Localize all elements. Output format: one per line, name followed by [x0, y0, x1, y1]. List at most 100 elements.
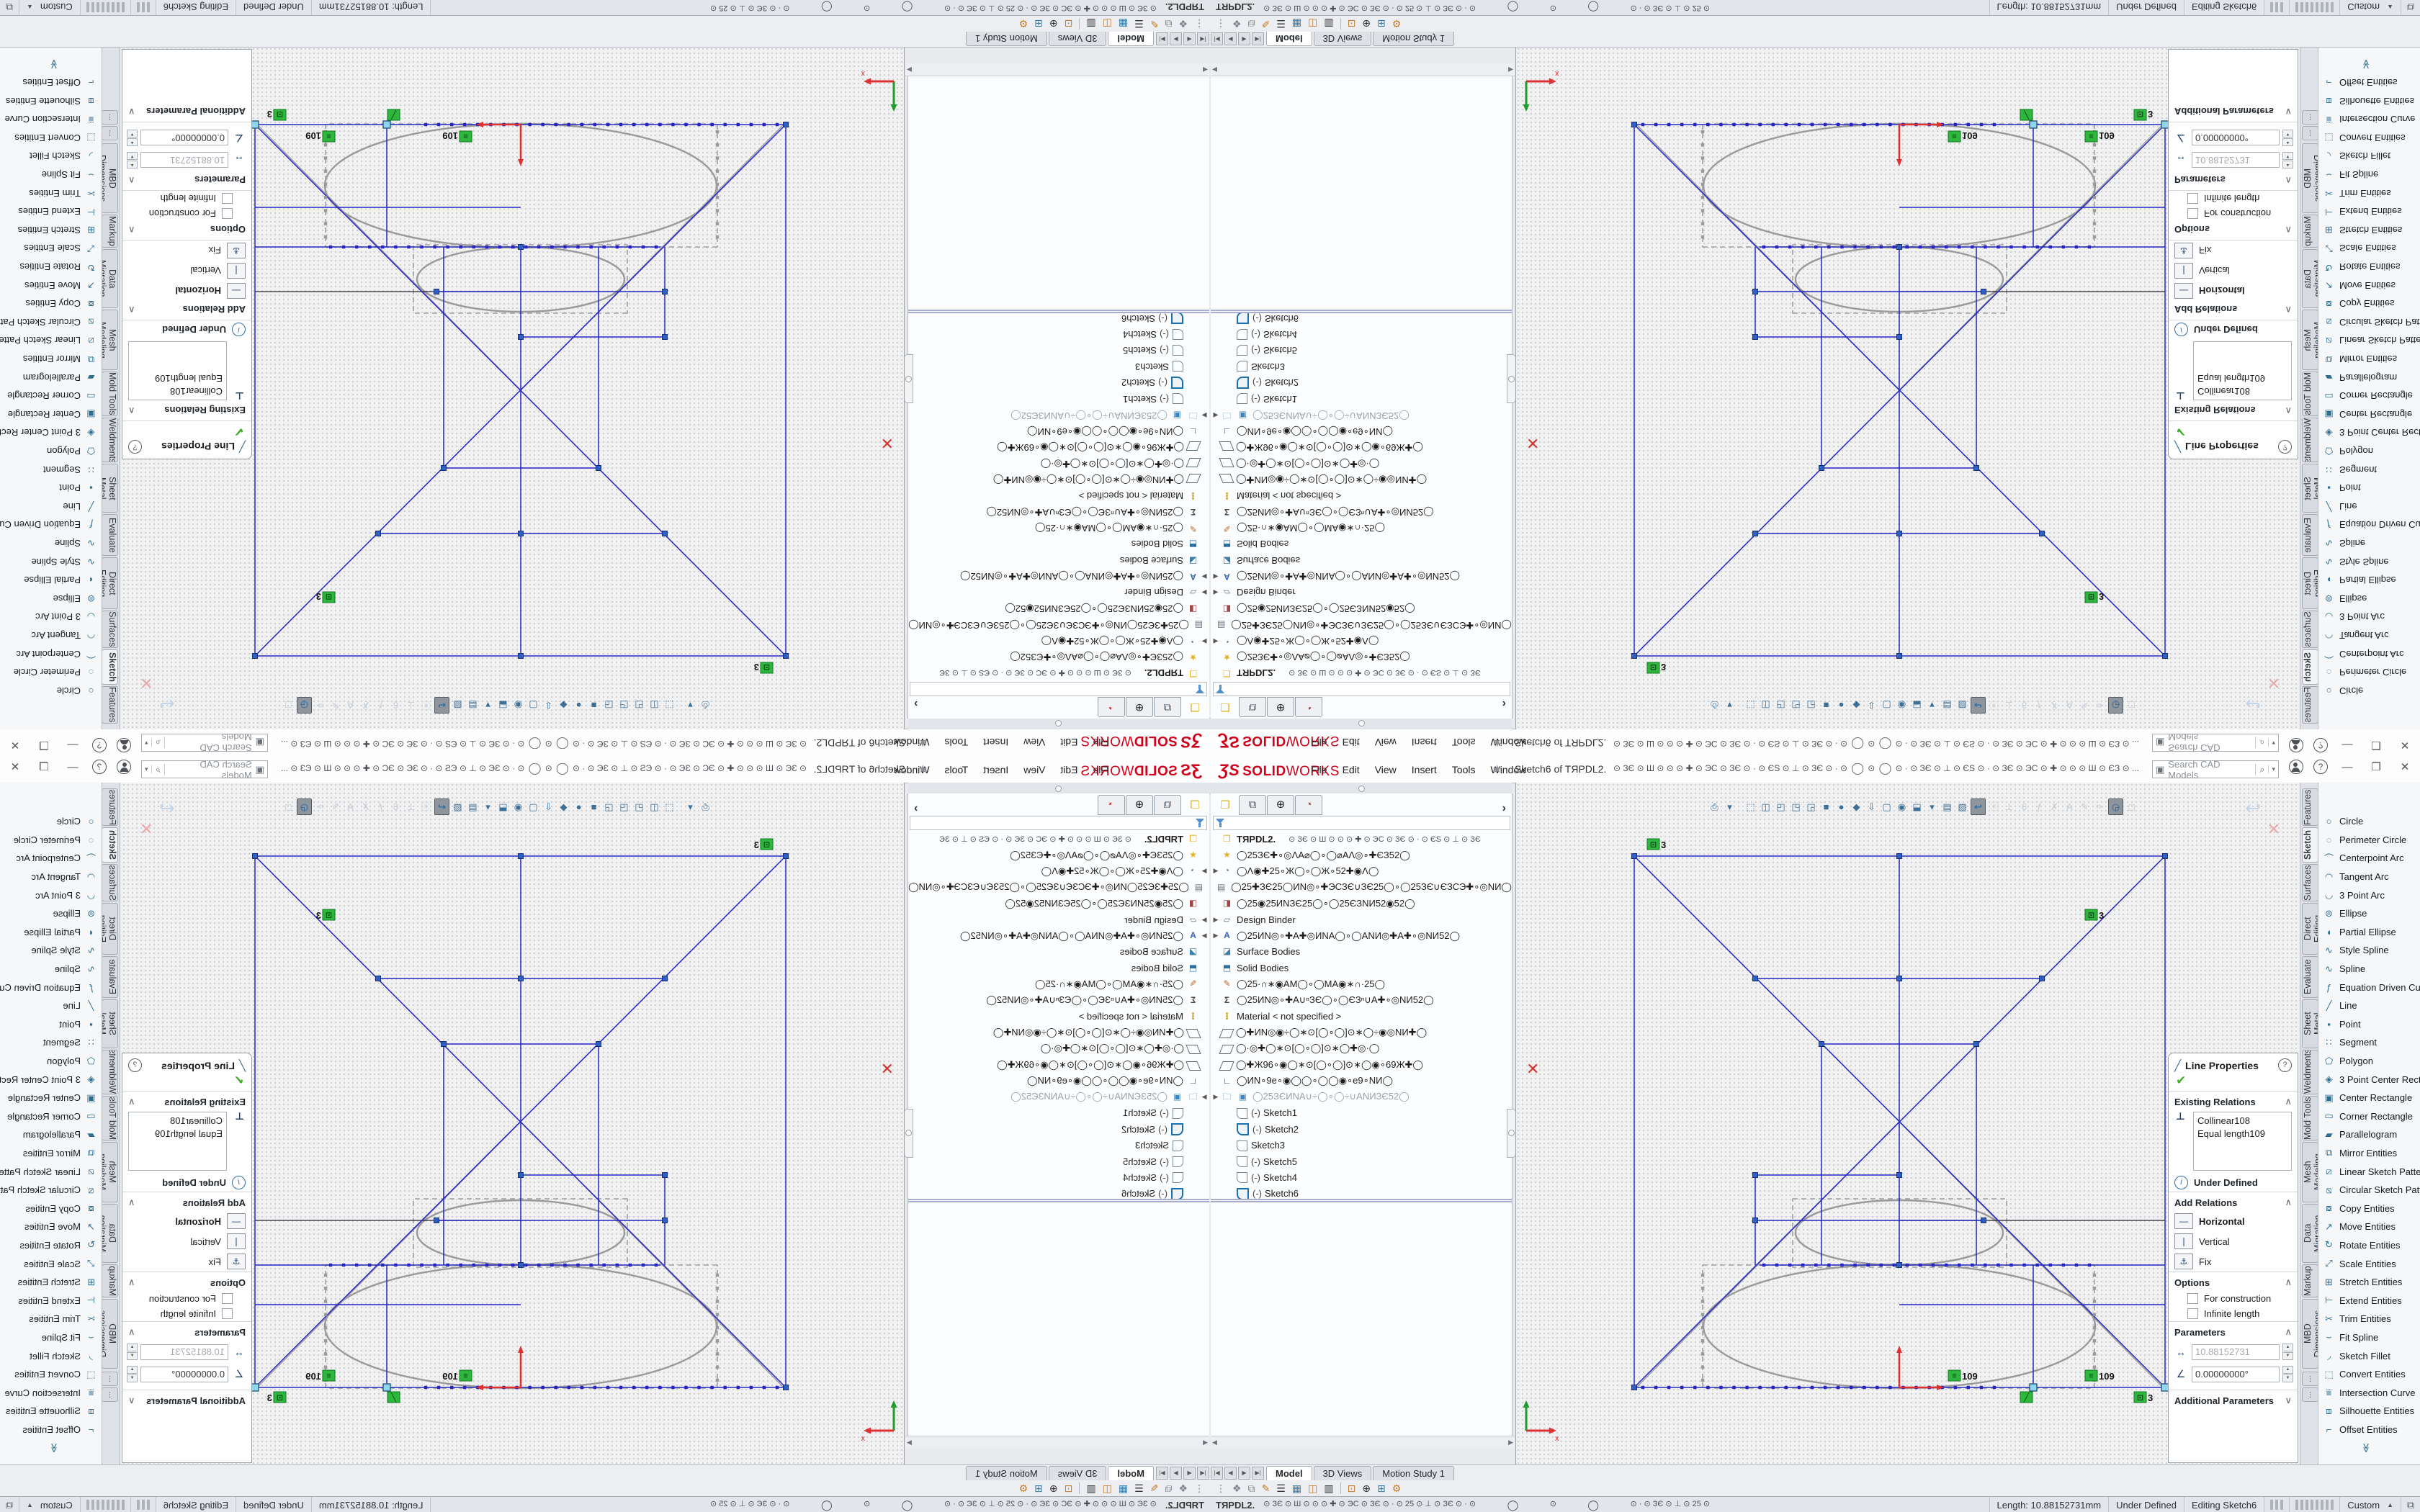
panel-expand-chevron-icon[interactable]: › — [1502, 802, 1506, 815]
tree-item[interactable]: ◯25◉25ИNЗЄ25◯∘◯25ЄЗNИ52◉52◯ — [908, 896, 1209, 912]
tool-convert-entities[interactable]: ⬚Convert Entities — [0, 1365, 102, 1384]
tree-root[interactable]: TЯPDL2.⊙ ЗЄ ⊙ Ш ⊙ ⊙ ⊙ ✚ ⊙ ЭС ⊙ ЗЄ ⊙ · ⊙ … — [908, 665, 1209, 681]
tool-perimeter-circle[interactable]: ◌Perimeter Circle — [2318, 663, 2420, 682]
view-toolbar-icon[interactable]: ◻ — [2125, 799, 2138, 814]
view-toolbar-icon[interactable]: 6 — [2017, 698, 2031, 713]
tool-extend-entities[interactable]: ⊢Extend Entities — [0, 1291, 102, 1310]
checkbox[interactable] — [222, 1308, 233, 1319]
tool-circle[interactable]: ○Circle — [2318, 681, 2420, 700]
displaymanager-icon[interactable]: ◔ — [1295, 795, 1322, 815]
tool-corner-rectangle[interactable]: ▭Corner Rectangle — [0, 387, 102, 405]
part-icon[interactable]: ❒ — [1212, 697, 1238, 716]
view-toolbar-icon[interactable]: ◰ — [1774, 698, 1788, 713]
tool-center-rectangle[interactable]: ▣Center Rectangle — [2318, 1089, 2420, 1107]
view-toolbar-icon[interactable]: ■ — [1819, 799, 1833, 814]
tab-nav-button[interactable]: ▶ — [1238, 32, 1250, 45]
tree-item[interactable]: ◯✚Ж96∘◉◯∗⊙[◯∘◯]⊙∗◯◉∘69Ж✚◯ — [908, 439, 1209, 455]
bottom-toolbar-icon[interactable]: ☰ — [1276, 1482, 1286, 1495]
tab-overflow-button[interactable]: ⋮ — [2302, 1372, 2318, 1386]
bottom-toolbar-icon[interactable]: ⋮ — [1216, 1482, 1226, 1495]
commandmanager-tab-mesh-modeling[interactable]: Mesh Modeling — [102, 1142, 118, 1202]
tree-icon[interactable]: ⧉ — [1239, 697, 1266, 717]
view-toolbar-icon[interactable]: ↩ — [1971, 798, 1986, 815]
bottom-toolbar-icon[interactable]: ◫ — [1308, 1482, 1317, 1495]
tree-item[interactable]: ◯25ЗЄ✚∘◎ΛA⌀◯∘◯⌀AΛ◎∘✚ЄЗ52◯ — [1211, 847, 1512, 863]
tree-filter-input[interactable] — [1213, 682, 1510, 696]
tool-centerpoint-arc[interactable]: ⌒Centerpoint Arc — [2318, 644, 2420, 663]
view-toolbar-icon[interactable]: ⓔ — [419, 799, 433, 814]
view-toolbar-icon[interactable]: ◉ — [511, 698, 525, 713]
tool-scale-entities[interactable]: ⤢Scale Entities — [0, 1254, 102, 1273]
tree-item[interactable]: (-)Sketch5 — [1211, 343, 1512, 359]
view-toolbar-icon[interactable]: A — [2063, 799, 2076, 814]
bottom-toolbar-icon[interactable]: ◫ — [1308, 18, 1317, 30]
search-options-caret-icon[interactable]: ▾ — [2268, 739, 2275, 747]
view-toolbar-icon[interactable]: ◆ — [1850, 698, 1863, 713]
commandmanager-tab-sketch[interactable]: Sketch — [102, 649, 118, 685]
tool-tangent-arc[interactable]: ◠Tangent Arc — [2318, 868, 2420, 886]
view-toolbar-icon[interactable]: ◶ — [297, 697, 312, 714]
tool-copy-entities[interactable]: ⧇Copy Entities — [2318, 1199, 2420, 1218]
expand-chevron-icon[interactable]: ∨ — [2285, 1395, 2292, 1406]
tool-point[interactable]: ▪Point — [2318, 1015, 2420, 1034]
tool-circular-sketch-pattern[interactable]: ⧅Circular Sketch Pattern — [0, 313, 102, 332]
tab-motion-study-1[interactable]: Motion Study 1 — [1373, 31, 1454, 46]
tree-item[interactable]: Solid Bodies — [1211, 536, 1512, 552]
menu-edit[interactable]: Edit — [1060, 764, 1077, 775]
restore-button[interactable]: ❐ — [35, 760, 53, 773]
view-toolbar-icon[interactable]: ✎ — [328, 799, 342, 814]
view-toolbar-icon[interactable]: ⬓ — [1910, 698, 1924, 713]
view-toolbar-icon[interactable]: 6 — [2017, 799, 2031, 814]
bottom-toolbar-icon[interactable]: ⚙ — [1392, 18, 1402, 30]
toolbar-circle-icon[interactable]: ◯ — [1879, 763, 1892, 775]
commandmanager-tab-markup[interactable]: Markup — [102, 215, 118, 248]
view-toolbar-icon[interactable]: ▢ — [1880, 698, 1894, 713]
commandmanager-tab-mold-tools[interactable]: Mold Tools — [2302, 1096, 2318, 1140]
view-toolbar-icon[interactable]: ◲ — [1804, 698, 1818, 713]
view-toolbar-icon[interactable]: ✑ — [2093, 698, 2107, 713]
view-toolbar-icon[interactable]: ◫ — [1759, 799, 1773, 814]
commandmanager-tab-features[interactable]: Features — [102, 788, 118, 826]
tree-item[interactable]: Sketch3 — [1211, 1137, 1512, 1153]
view-toolbar-icon[interactable]: ⬓ — [1910, 799, 1924, 814]
tool-sketch-fillet[interactable]: ◞Sketch Fillet — [0, 1346, 102, 1365]
view-toolbar-icon[interactable]: ◶ — [2108, 798, 2123, 815]
tool-center-rectangle[interactable]: ▣Center Rectangle — [0, 405, 102, 424]
tree-item[interactable]: ◯✚ИN◎◉÷◯∗⊙[◯∘◯]⊙∗◯÷◉◎NИ✚◯ — [908, 1025, 1209, 1040]
tool-equation-driven-curve[interactable]: ƒEquation Driven Curve — [0, 978, 102, 996]
tool-style-spline[interactable]: ∿Style Spline — [0, 552, 102, 571]
view-toolbar-icon[interactable]: ▢ — [1880, 799, 1894, 814]
tool-line[interactable]: ╱Line — [0, 497, 102, 516]
tool-line[interactable]: ╱Line — [2318, 497, 2420, 516]
featuremanager-top-splitter[interactable] — [908, 783, 1210, 794]
tree-item[interactable]: ◯ИN∘9е∘◉◯◯∘◯◯◉∘е9∘NИ◯ — [1211, 1073, 1512, 1089]
tree-item[interactable]: ◯25·∩∗◉AM◯∘◯MA◉∗∩·25◯ — [908, 520, 1209, 536]
tool-fit-spline[interactable]: ⌣Fit Spline — [2318, 166, 2420, 184]
search-input[interactable]: ▣Search CAD Models⌕▾ — [2152, 734, 2279, 752]
tool-fit-spline[interactable]: ⌣Fit Spline — [0, 1328, 102, 1347]
view-toolbar-icon[interactable]: A — [344, 698, 357, 713]
parameter-input[interactable]: 10.88152731 — [2192, 1344, 2280, 1360]
bottom-toolbar-icon[interactable]: ⚙ — [1392, 1482, 1402, 1495]
commandmanager-tab-evaluate[interactable]: Evaluate — [102, 514, 118, 556]
tab-nav-button[interactable]: ◀ — [1183, 32, 1196, 45]
commandmanager-tab-sketch[interactable]: Sketch — [102, 827, 118, 863]
tool-rotate-entities[interactable]: ↻Rotate Entities — [2318, 1236, 2420, 1255]
expand-arrow-icon[interactable]: ▶ — [1211, 572, 1221, 580]
tree-filter-input[interactable] — [910, 682, 1207, 696]
view-toolbar-icon[interactable]: ◰ — [1774, 799, 1788, 814]
view-toolbar-icon[interactable]: ◫ — [1759, 698, 1773, 713]
bottom-toolbar-icon[interactable]: ◫ — [1103, 18, 1112, 30]
bottom-toolbar-icon[interactable]: ◫ — [1103, 1482, 1112, 1495]
tool-point[interactable]: ▪Point — [0, 1015, 102, 1034]
view-toolbar-icon[interactable]: 6 — [389, 698, 403, 713]
restore-button[interactable]: ❐ — [2367, 760, 2385, 773]
view-toolbar-icon[interactable]: ⬓ — [496, 698, 510, 713]
collapse-chevron-icon[interactable]: ∧ — [128, 1096, 135, 1107]
bottom-toolbar-icon[interactable]: ⊕ — [1049, 18, 1058, 30]
tab-overflow-button[interactable]: ⋮ — [2302, 126, 2318, 140]
view-toolbar-icon[interactable]: ● — [572, 799, 586, 814]
more-tools-chevron-icon[interactable]: ≫ — [2360, 58, 2372, 72]
tree-item[interactable]: (-)Sketch2 — [908, 1121, 1209, 1137]
parameter-input[interactable]: 0.00000000° — [2192, 130, 2280, 146]
